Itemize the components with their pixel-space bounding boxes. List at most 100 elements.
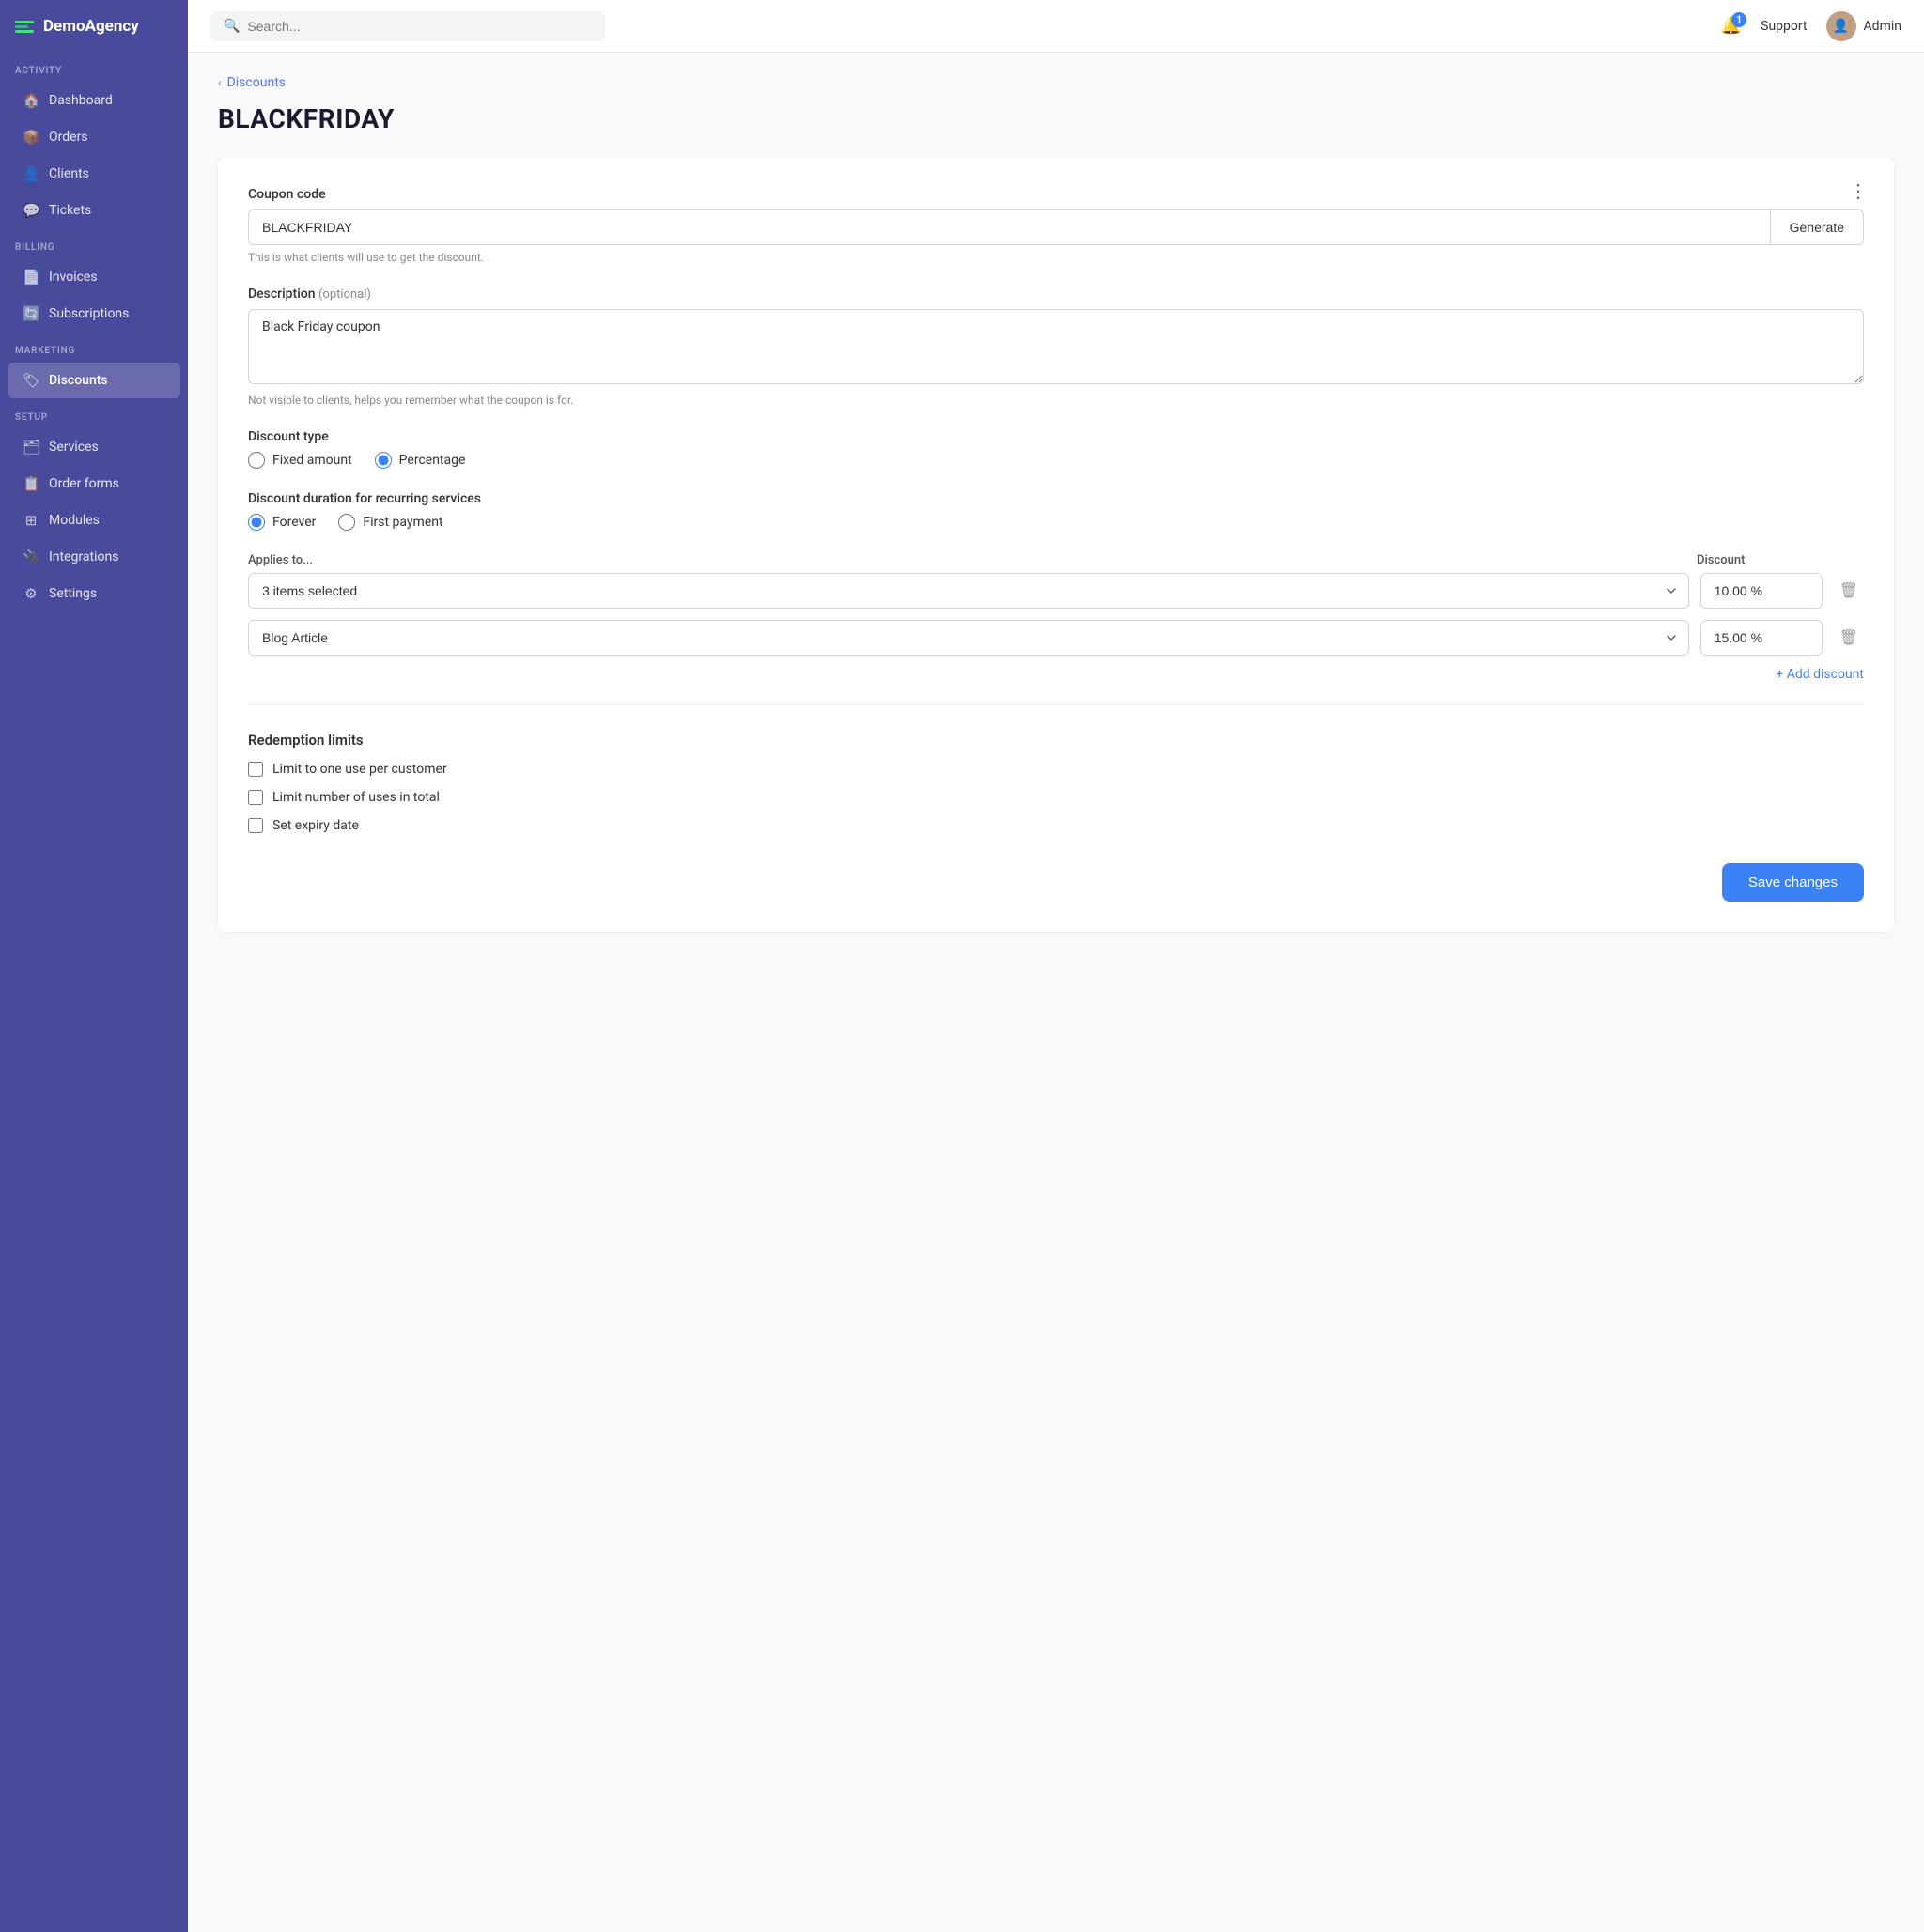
sidebar-item-tickets[interactable]: 💬Tickets xyxy=(8,193,180,228)
fixed-amount-radio[interactable] xyxy=(248,452,265,469)
settings-icon: ⚙ xyxy=(23,585,39,602)
orders-icon: 📦 xyxy=(23,129,39,146)
forever-option[interactable]: Forever xyxy=(248,514,316,531)
redemption-options: Limit to one use per customer Limit numbe… xyxy=(248,762,1864,833)
first-payment-option[interactable]: First payment xyxy=(338,514,442,531)
sidebar: DemoAgency ACTIVITY🏠Dashboard 📦 Orders 👤Cli… xyxy=(0,0,188,1932)
modules-icon: ⊞ xyxy=(23,512,39,529)
support-link[interactable]: Support xyxy=(1761,19,1807,34)
discount-form-card: ⋮ Coupon code Generate This is what clie… xyxy=(218,157,1894,932)
search-input[interactable] xyxy=(247,19,592,34)
applies-to-select-0[interactable]: 3 items selected xyxy=(248,573,1689,609)
sidebar-item-invoices[interactable]: 📄Invoices xyxy=(8,259,180,295)
sidebar-section-setup: SETUP xyxy=(0,399,188,428)
header-right: 🔔 1 Support 👤 Admin xyxy=(1721,11,1901,41)
delete-row-button-0[interactable]: 🗑 xyxy=(1834,576,1864,606)
order-forms-icon: 📋 xyxy=(23,475,39,492)
redemption-option-expiry_date[interactable]: Set expiry date xyxy=(248,818,1864,833)
sidebar-section-billing: BILLING xyxy=(0,229,188,258)
sidebar-item-modules[interactable]: ⊞ Modules xyxy=(8,502,180,538)
discount-row-0: 3 items selected 🗑 xyxy=(248,573,1864,609)
coupon-code-group: Coupon code Generate This is what client… xyxy=(248,187,1864,264)
delete-row-button-1[interactable]: 🗑 xyxy=(1834,623,1864,653)
percentage-label: Percentage xyxy=(399,453,466,468)
duration-label: Discount duration for recurring services xyxy=(248,491,1864,506)
redemption-option-limit_total[interactable]: Limit number of uses in total xyxy=(248,790,1864,805)
coupon-code-input[interactable] xyxy=(248,209,1770,245)
sidebar-sections: ACTIVITY🏠Dashboard 📦 Orders 👤Clients💬Ticket… xyxy=(0,53,188,612)
coupon-code-label: Coupon code xyxy=(248,187,1864,202)
search-bar[interactable]: 🔍 xyxy=(210,11,605,41)
generate-button[interactable]: Generate xyxy=(1770,209,1864,245)
fixed-amount-option[interactable]: Fixed amount xyxy=(248,452,352,469)
duration-group: Discount duration for recurring services… xyxy=(248,491,1864,531)
applies-to-select-1[interactable]: Blog Article xyxy=(248,620,1689,656)
sidebar-item-orders[interactable]: 📦 Orders xyxy=(8,119,180,155)
page-title: BLACKFRIDAY xyxy=(218,103,1894,134)
tickets-icon: 💬 xyxy=(23,202,39,219)
divider xyxy=(248,704,1864,705)
breadcrumb-label: Discounts xyxy=(227,75,286,90)
first-payment-radio[interactable] xyxy=(338,514,355,531)
footer-actions: Save changes xyxy=(248,863,1864,902)
description-textarea[interactable]: Black Friday coupon xyxy=(248,309,1864,384)
subscriptions-icon: 🔄 xyxy=(23,305,39,322)
discounts-icon: 🏷 xyxy=(23,372,39,389)
sidebar-label-settings: Settings xyxy=(49,586,97,601)
clients-icon: 👤 xyxy=(23,165,39,182)
checkbox-one_per_customer[interactable] xyxy=(248,762,263,777)
description-optional-label: (optional) xyxy=(318,287,371,301)
sidebar-label-modules: Modules xyxy=(49,513,100,528)
percentage-option[interactable]: Percentage xyxy=(375,452,466,469)
sidebar-item-dashboard[interactable]: 🏠Dashboard xyxy=(8,83,180,118)
forever-radio[interactable] xyxy=(248,514,265,531)
logo-bar-3 xyxy=(15,30,34,33)
discount-type-radio-group: Fixed amount Percentage xyxy=(248,452,1864,469)
app-name: DemoAgency xyxy=(43,17,139,36)
sidebar-item-settings[interactable]: ⚙ Settings xyxy=(8,576,180,611)
percentage-radio[interactable] xyxy=(375,452,392,469)
logo-icon xyxy=(15,21,34,33)
discount-value-input-0[interactable] xyxy=(1700,573,1823,609)
description-hint: Not visible to clients, helps you rememb… xyxy=(248,394,1864,407)
logo-bar-1 xyxy=(15,21,34,23)
add-discount-link[interactable]: + Add discount xyxy=(248,667,1864,682)
sidebar-item-subscriptions[interactable]: 🔄Subscriptions xyxy=(8,296,180,332)
more-options-button[interactable]: ⋮ xyxy=(1841,176,1875,206)
header: 🔍 🔔 1 Support 👤 Admin xyxy=(188,0,1924,53)
duration-radio-group: Forever First payment xyxy=(248,514,1864,531)
logo-bar-2 xyxy=(15,25,28,28)
sidebar-label-integrations: Integrations xyxy=(49,549,118,564)
breadcrumb[interactable]: ‹ Discounts xyxy=(218,75,1894,90)
save-button[interactable]: Save changes xyxy=(1722,863,1864,902)
sidebar-item-services[interactable]: 🗂Services xyxy=(8,429,180,465)
sidebar-item-integrations[interactable]: 🔌 Integrations xyxy=(8,539,180,575)
notification-button[interactable]: 🔔 1 xyxy=(1721,16,1742,36)
sidebar-item-order-forms[interactable]: 📋 Order forms xyxy=(8,466,180,502)
checkbox-expiry_date[interactable] xyxy=(248,818,263,833)
redemption-label-one_per_customer: Limit to one use per customer xyxy=(272,762,447,777)
description-label: Description (optional) xyxy=(248,286,1864,301)
sidebar-section-activity: ACTIVITY xyxy=(0,53,188,82)
sidebar-label-discounts: Discounts xyxy=(49,373,108,388)
sidebar-label-order-forms: Order forms xyxy=(49,476,119,491)
applies-to-col-header: Applies to... xyxy=(248,553,1685,567)
main-area: 🔍 🔔 1 Support 👤 Admin ‹ Discounts BLACKF… xyxy=(188,0,1924,1932)
discount-value-input-1[interactable] xyxy=(1700,620,1823,656)
admin-label: Admin xyxy=(1864,19,1901,34)
sidebar-item-discounts[interactable]: 🏷 Discounts xyxy=(8,363,180,398)
sidebar-section-marketing: MARKETING xyxy=(0,332,188,362)
discount-row-1: Blog Article 🗑 xyxy=(248,620,1864,656)
app-logo: DemoAgency xyxy=(0,0,188,53)
checkbox-limit_total[interactable] xyxy=(248,790,263,805)
sidebar-label-dashboard: Dashboard xyxy=(49,93,113,108)
avatar-image: 👤 xyxy=(1826,11,1856,41)
fixed-amount-label: Fixed amount xyxy=(272,453,352,468)
redemption-option-one_per_customer[interactable]: Limit to one use per customer xyxy=(248,762,1864,777)
sidebar-label-orders: Orders xyxy=(49,130,88,145)
redemption-label-limit_total: Limit number of uses in total xyxy=(272,790,440,805)
integrations-icon: 🔌 xyxy=(23,549,39,565)
admin-avatar[interactable]: 👤 Admin xyxy=(1826,11,1901,41)
sidebar-item-clients[interactable]: 👤Clients xyxy=(8,156,180,192)
notification-badge: 1 xyxy=(1731,12,1746,27)
